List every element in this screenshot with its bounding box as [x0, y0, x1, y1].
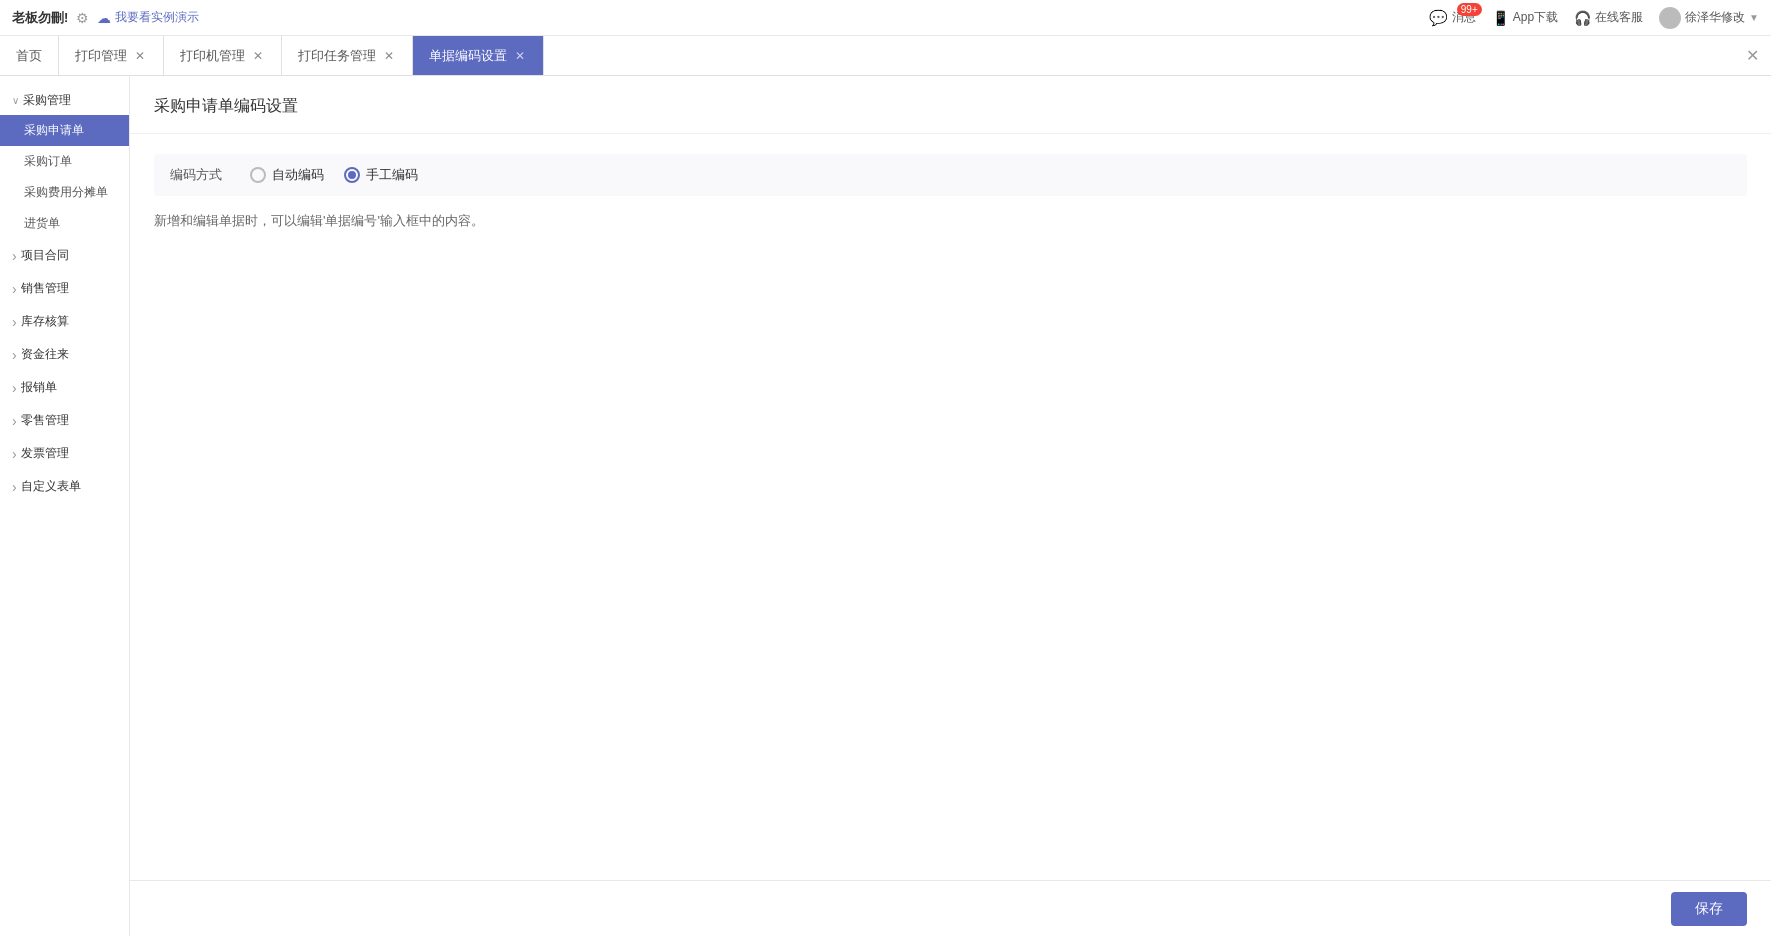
sidebar-group-returns-label: 报销单	[21, 379, 57, 396]
layout: ∨ 采购管理 采购申请单 采购订单 采购费用分摊单 进货单 项目合同 销售管理 …	[0, 76, 1771, 936]
chevron-right-icon-inventory	[12, 314, 17, 330]
main-content: 采购申请单编码设置 编码方式 自动编码 手工编码 新增和编辑单据时，可以编辑'单…	[130, 76, 1771, 936]
hint-text: 新增和编辑单据时，可以编辑'单据编号'输入框中的内容。	[154, 212, 1747, 230]
app-download-button[interactable]: 📱 App下载	[1492, 9, 1558, 26]
topbar-demo[interactable]: ☁ 我要看实例演示	[97, 9, 199, 26]
sidebar-group-sales[interactable]: 销售管理	[0, 272, 129, 305]
user-name: 徐泽华修改	[1685, 9, 1745, 26]
app-download-label: App下载	[1513, 9, 1558, 26]
sidebar-group-retail-label: 零售管理	[21, 412, 69, 429]
brand-text: 老板勿刪!	[12, 9, 68, 27]
sidebar-group-retail[interactable]: 零售管理	[0, 404, 129, 437]
user-menu[interactable]: 徐泽华修改 ▼	[1659, 7, 1759, 29]
sidebar-item-stock-in-label: 进货单	[24, 216, 60, 230]
tab-print-task-label: 打印任务管理	[298, 47, 376, 65]
radio-manual-encoding[interactable]: 手工编码	[344, 166, 418, 184]
topbar-right: 💬 消息 99+ 📱 App下载 🎧 在线客服 徐泽华修改 ▼	[1429, 7, 1759, 29]
tab-printer-manage[interactable]: 打印机管理 ✕	[164, 36, 282, 75]
message-icon: 💬	[1429, 9, 1448, 27]
sidebar-group-custom-form[interactable]: 自定义表单	[0, 470, 129, 503]
radio-manual-circle	[344, 167, 360, 183]
tab-barcode-setting[interactable]: 单据编码设置 ✕	[413, 36, 544, 75]
tab-barcode-setting-close[interactable]: ✕	[513, 47, 527, 65]
chevron-right-icon	[12, 248, 17, 264]
sidebar-item-purchase-order-label: 采购订单	[24, 154, 72, 168]
topbar-left: 老板勿刪! ⚙ ☁ 我要看实例演示	[12, 9, 199, 27]
sidebar-group-returns[interactable]: 报销单	[0, 371, 129, 404]
chevron-right-icon-invoice	[12, 446, 17, 462]
page-title: 采购申请单编码设置	[154, 97, 298, 114]
sidebar-group-purchase[interactable]: ∨ 采购管理	[0, 84, 129, 115]
sidebar: ∨ 采购管理 采购申请单 采购订单 采购费用分摊单 进货单 项目合同 销售管理 …	[0, 76, 130, 936]
chevron-right-icon-retail	[12, 413, 17, 429]
sidebar-group-sales-label: 销售管理	[21, 280, 69, 297]
tab-print-manage[interactable]: 打印管理 ✕	[59, 36, 164, 75]
sidebar-group-fund[interactable]: 资金往来	[0, 338, 129, 371]
radio-auto-encoding[interactable]: 自动编码	[250, 166, 324, 184]
chevron-down-icon: ∨	[12, 95, 19, 106]
cloud-icon: ☁	[97, 10, 111, 26]
online-service-label: 在线客服	[1595, 9, 1643, 26]
sidebar-group-project-contract[interactable]: 项目合同	[0, 239, 129, 272]
sidebar-item-purchase-expense[interactable]: 采购费用分摊单	[0, 177, 129, 208]
tab-home[interactable]: 首页	[0, 36, 59, 75]
sidebar-item-purchase-request[interactable]: 采购申请单	[0, 115, 129, 146]
sidebar-group-purchase-label: 采购管理	[23, 92, 71, 109]
encoding-row: 编码方式 自动编码 手工编码	[154, 154, 1747, 196]
message-count-badge: 99+	[1457, 3, 1482, 16]
sidebar-item-stock-in[interactable]: 进货单	[0, 208, 129, 239]
sidebar-group-invoice[interactable]: 发票管理	[0, 437, 129, 470]
chevron-right-icon-fund	[12, 347, 17, 363]
tabs-bar: 首页 打印管理 ✕ 打印机管理 ✕ 打印任务管理 ✕ 单据编码设置 ✕ ✕	[0, 36, 1771, 76]
sidebar-group-inventory[interactable]: 库存核算	[0, 305, 129, 338]
online-service-button[interactable]: 🎧 在线客服	[1574, 9, 1643, 26]
sidebar-group-invoice-label: 发票管理	[21, 445, 69, 462]
close-all-tabs-button[interactable]: ✕	[1734, 36, 1771, 75]
sidebar-group-project-contract-label: 项目合同	[21, 247, 69, 264]
save-button[interactable]: 保存	[1671, 892, 1747, 926]
app-icon: 📱	[1492, 10, 1509, 26]
chevron-down-icon: ▼	[1749, 12, 1759, 23]
chevron-right-icon-sales	[12, 281, 17, 297]
topbar-settings-icon[interactable]: ⚙	[76, 10, 89, 26]
page-header: 采购申请单编码设置	[130, 76, 1771, 134]
sidebar-group-custom-form-label: 自定义表单	[21, 478, 81, 495]
sidebar-group-inventory-label: 库存核算	[21, 313, 69, 330]
avatar	[1659, 7, 1681, 29]
chevron-right-icon-returns	[12, 380, 17, 396]
tab-print-task-close[interactable]: ✕	[382, 47, 396, 65]
tab-print-manage-label: 打印管理	[75, 47, 127, 65]
radio-group: 自动编码 手工编码	[250, 166, 418, 184]
tab-barcode-setting-label: 单据编码设置	[429, 47, 507, 65]
page-body: 编码方式 自动编码 手工编码 新增和编辑单据时，可以编辑'单据编号'输入框中的内…	[130, 134, 1771, 880]
demo-label: 我要看实例演示	[115, 9, 199, 26]
tab-print-manage-close[interactable]: ✕	[133, 47, 147, 65]
service-icon: 🎧	[1574, 10, 1591, 26]
message-button[interactable]: 💬 消息 99+	[1429, 9, 1476, 27]
radio-auto-circle	[250, 167, 266, 183]
radio-manual-label: 手工编码	[366, 166, 418, 184]
chevron-right-icon-custom	[12, 479, 17, 495]
encoding-label: 编码方式	[170, 166, 230, 184]
sidebar-item-purchase-order[interactable]: 采购订单	[0, 146, 129, 177]
tab-printer-manage-label: 打印机管理	[180, 47, 245, 65]
tab-print-task[interactable]: 打印任务管理 ✕	[282, 36, 413, 75]
tab-printer-manage-close[interactable]: ✕	[251, 47, 265, 65]
sidebar-item-purchase-expense-label: 采购费用分摊单	[24, 185, 108, 199]
topbar: 老板勿刪! ⚙ ☁ 我要看实例演示 💬 消息 99+ 📱 App下载 🎧 在线客…	[0, 0, 1771, 36]
sidebar-item-purchase-request-label: 采购申请单	[24, 123, 84, 137]
radio-auto-label: 自动编码	[272, 166, 324, 184]
page-footer: 保存	[130, 880, 1771, 936]
sidebar-group-fund-label: 资金往来	[21, 346, 69, 363]
